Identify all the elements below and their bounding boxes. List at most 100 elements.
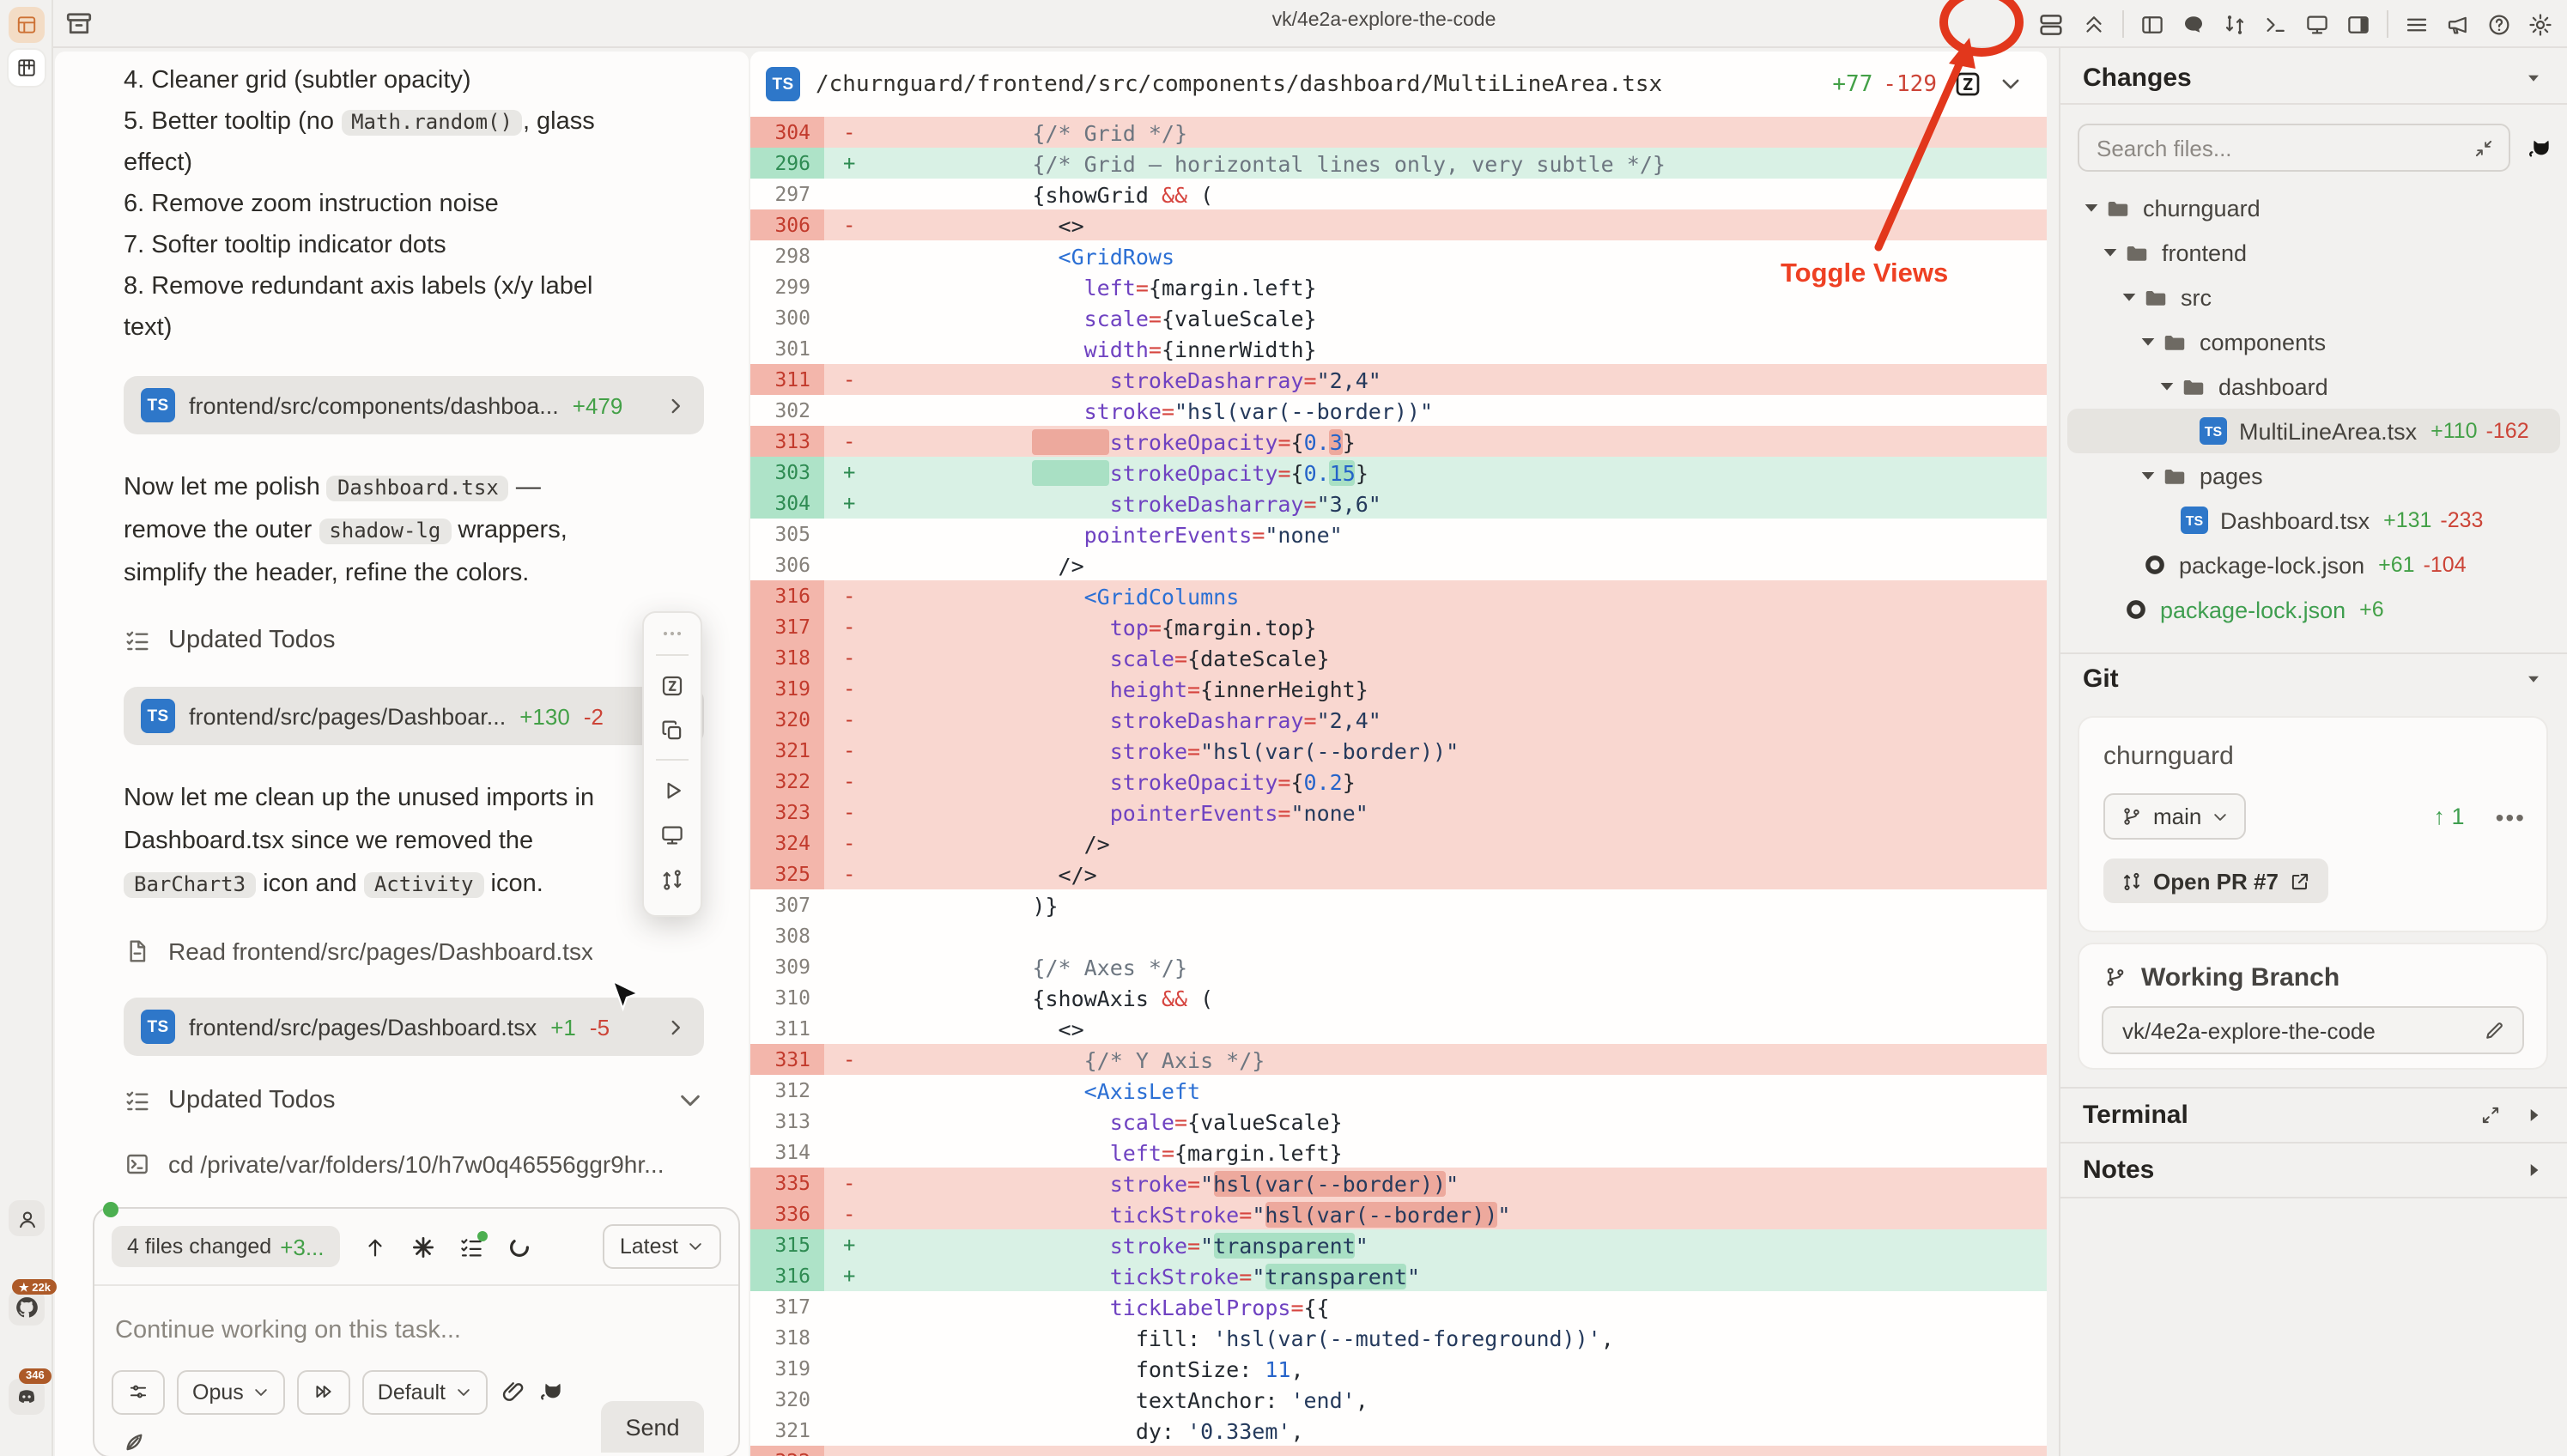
expand-icon[interactable]	[2479, 1103, 2502, 1125]
diff-row[interactable]: 300 scale={valueScale}	[750, 302, 2047, 333]
diff-row[interactable]: 318- scale={dateScale}	[750, 642, 2047, 673]
diff-row[interactable]: 313- strokeOpacity={0.3}	[750, 426, 2047, 457]
right-panel-icon[interactable]	[2345, 11, 2371, 37]
spark-icon[interactable]	[410, 1234, 436, 1259]
diff-row[interactable]: 316+ tickStroke="transparent"	[750, 1260, 2047, 1291]
tool-call-row[interactable]: cd /private/var/folders/10/h7w0q46556ggr…	[124, 1145, 704, 1183]
branch-dropdown[interactable]: main	[2103, 793, 2246, 840]
attach-icon[interactable]	[499, 1378, 526, 1405]
diff-row[interactable]: 317 tickLabelProps={{	[750, 1291, 2047, 1322]
open-diff-button[interactable]	[642, 663, 702, 707]
model-dropdown[interactable]: Opus	[177, 1369, 285, 1414]
diff-row[interactable]: 325- </>	[750, 858, 2047, 889]
diff-row[interactable]: 298 <GridRows	[750, 240, 2047, 271]
diff-row[interactable]: 317- top={margin.top}	[750, 611, 2047, 642]
diff-row[interactable]: 296+ {/* Grid — horizontal lines only, v…	[750, 148, 2047, 179]
terminal-section-header[interactable]: Terminal	[2060, 1087, 2567, 1142]
toggle-views-icon[interactable]	[2036, 9, 2066, 39]
triangle-down-icon[interactable]	[2078, 194, 2105, 221]
run-button[interactable]	[642, 767, 702, 812]
search-input[interactable]	[2093, 133, 2473, 162]
diff-view-icon[interactable]	[1952, 69, 1983, 100]
draw-icon[interactable]	[122, 1427, 149, 1454]
diff-row[interactable]: 306 />	[750, 549, 2047, 580]
diff-row[interactable]: 309 {/* Axes */}	[750, 951, 2047, 982]
latest-dropdown[interactable]: Latest	[603, 1224, 721, 1269]
diff-row[interactable]: 297 {showGrid && (	[750, 179, 2047, 209]
triangle-down-icon[interactable]	[2115, 283, 2143, 311]
announcements-icon[interactable]	[2445, 11, 2471, 37]
menu-icon[interactable]	[2404, 11, 2430, 37]
rail-item-board[interactable]	[9, 50, 45, 86]
chat-icon[interactable]	[2181, 11, 2206, 37]
working-branch-input[interactable]	[2119, 1016, 2483, 1045]
diff-row[interactable]: 306- <>	[750, 209, 2047, 240]
drag-handle-icon[interactable]	[658, 620, 687, 647]
cat-icon[interactable]	[2528, 136, 2555, 163]
copy-button[interactable]	[642, 707, 702, 752]
diff-row[interactable]: 316- <GridColumns	[750, 580, 2047, 611]
rail-item-discord[interactable]	[9, 1379, 45, 1415]
tree-item-components[interactable]: components	[2067, 319, 2560, 364]
mode-dropdown[interactable]: Default	[362, 1369, 487, 1414]
caret-right-icon[interactable]	[2522, 1158, 2545, 1180]
diff-row[interactable]: 335- stroke="hsl(var(--border))"	[750, 1168, 2047, 1198]
tree-item-dashboard-tsx[interactable]: TSDashboard.tsx+131-233	[2067, 498, 2560, 543]
help-icon[interactable]	[2486, 11, 2512, 37]
scroll-up-icon[interactable]	[362, 1234, 388, 1259]
triangle-down-icon[interactable]	[2134, 462, 2162, 489]
diff-row[interactable]: 311- strokeDasharray="2,4"	[750, 364, 2047, 395]
diff-row[interactable]: 313 scale={valueScale}	[750, 1106, 2047, 1137]
collapse-file-icon[interactable]	[1999, 72, 2023, 96]
preview-button[interactable]	[642, 812, 702, 857]
terminal-icon[interactable]	[2263, 11, 2289, 37]
diff-row[interactable]: 307 )}	[750, 889, 2047, 920]
diff-row[interactable]: 319 fontSize: 11,	[750, 1353, 2047, 1384]
diff-row[interactable]: 321 dy: '0.33em',	[750, 1415, 2047, 1446]
diff-row[interactable]: 303+ strokeOpacity={0.15}	[750, 457, 2047, 488]
preview-icon[interactable]	[2304, 11, 2330, 37]
collapse-all-icon[interactable]	[2081, 11, 2107, 37]
file-chip[interactable]: TSfrontend/src/components/dashboa...+479	[124, 376, 704, 434]
cat-icon[interactable]	[538, 1378, 566, 1405]
diff-row[interactable]: 336- tickStroke="hsl(var(--border))"	[750, 1198, 2047, 1229]
diff-row[interactable]: 322-	[750, 1446, 2047, 1456]
chevron-down-icon[interactable]	[677, 1087, 704, 1114]
todos-row[interactable]: Updated Todos	[124, 1082, 704, 1119]
tree-item-src[interactable]: src	[2067, 275, 2560, 319]
diff-row[interactable]: 304- {/* Grid */}	[750, 117, 2047, 148]
diff-row[interactable]: 314 left={margin.left}	[750, 1137, 2047, 1168]
diff-file-header[interactable]: TS /churnguard/frontend/src/components/d…	[750, 52, 2047, 117]
diff-row[interactable]: 331- {/* Y Axis */}	[750, 1044, 2047, 1075]
diff-row[interactable]: 308	[750, 920, 2047, 951]
diff-row[interactable]: 310 {showAxis && (	[750, 982, 2047, 1013]
tree-item-pages[interactable]: pages	[2067, 453, 2560, 498]
diff-row[interactable]: 305 pointerEvents="none"	[750, 519, 2047, 549]
tree-item-dashboard[interactable]: dashboard	[2067, 364, 2560, 409]
diff-row[interactable]: 299 left={margin.left}	[750, 271, 2047, 302]
file-chip[interactable]: TSfrontend/src/pages/Dashboar...+130-2	[124, 687, 704, 745]
diff-row[interactable]: 318 fill: 'hsl(var(--muted-foreground))'…	[750, 1322, 2047, 1353]
rail-item-account[interactable]	[9, 1200, 45, 1236]
edit-icon[interactable]	[2483, 1018, 2507, 1042]
triangle-down-icon[interactable]	[2153, 373, 2181, 400]
diff-row[interactable]: 320- strokeDasharray="2,4"	[750, 704, 2047, 735]
rail-item-layout[interactable]	[9, 7, 45, 43]
compare-button[interactable]	[642, 857, 702, 901]
tree-item-churnguard[interactable]: churnguard	[2067, 185, 2560, 230]
changes-section-header[interactable]: Changes	[2060, 52, 2567, 103]
archive-icon[interactable]	[64, 9, 94, 39]
diff-row[interactable]: 321- stroke="hsl(var(--border))"	[750, 735, 2047, 766]
diff-row[interactable]: 311 <>	[750, 1013, 2047, 1044]
settings-icon[interactable]	[2528, 11, 2553, 37]
diff-row[interactable]: 302 stroke="hsl(var(--border))"	[750, 395, 2047, 426]
tool-call-row[interactable]: Read frontend/src/pages/Dashboard.tsx	[124, 932, 704, 970]
open-pr-button[interactable]: Open PR #7	[2103, 858, 2328, 903]
diff-row[interactable]: 312 <AxisLeft	[750, 1075, 2047, 1106]
triangle-down-icon[interactable]	[2097, 239, 2124, 266]
rail-item-github[interactable]	[9, 1289, 45, 1326]
tree-item-multilinearea-tsx[interactable]: TSMultiLineArea.tsx+110-162	[2067, 409, 2560, 453]
diff-row[interactable]: 320 textAnchor: 'end',	[750, 1384, 2047, 1415]
settings-sliders-button[interactable]	[112, 1369, 165, 1414]
git-section-header[interactable]: Git	[2060, 652, 2567, 704]
